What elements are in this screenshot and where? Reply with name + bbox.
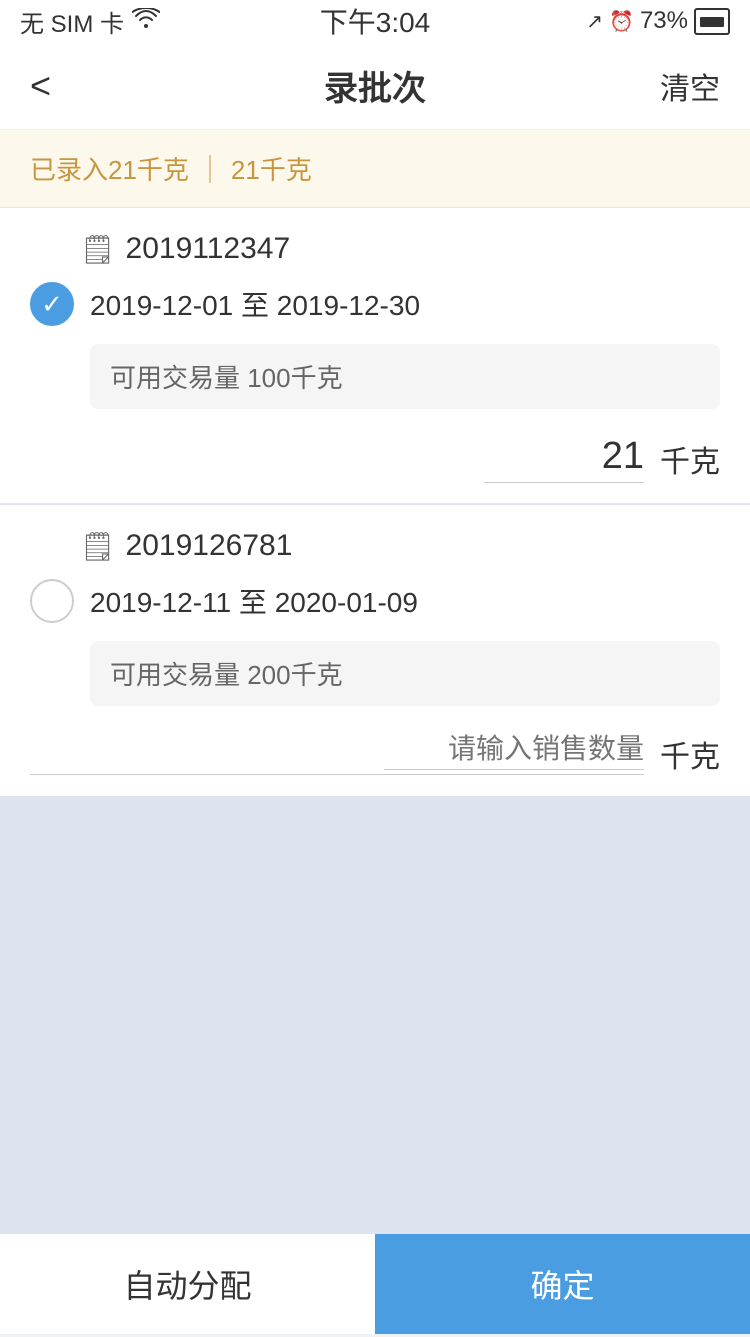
batch2-available: 可用交易量 200千克: [90, 641, 720, 706]
batch1-quantity-row: 千克: [0, 419, 750, 504]
status-right: ↗ ⏰ 73%: [586, 7, 730, 35]
recorded-amount-label: 已录入21千克: [30, 150, 189, 187]
batch1-radio[interactable]: ✓: [30, 282, 74, 326]
batch2-quantity-input[interactable]: [384, 733, 644, 770]
status-left: 无 SIM 卡: [20, 4, 160, 39]
batch2-icon: 🗒: [80, 530, 116, 563]
back-button[interactable]: <: [30, 65, 90, 107]
battery-icon: [694, 8, 730, 35]
batch1-checkmark: ✓: [41, 289, 63, 320]
empty-area: [0, 797, 750, 1237]
batch2-input-row: 千克: [0, 716, 750, 797]
batch2-unit: 千克: [660, 732, 720, 776]
batch-card-2: 🗒 2019126781 2019-12-11 至 2020-01-09 可用交…: [0, 505, 750, 797]
alarm-icon: ⏰: [609, 9, 634, 34]
batch2-row[interactable]: 2019-12-11 至 2020-01-09: [0, 571, 750, 631]
content-area: 🗒 2019112347 ✓ 2019-12-01 至 2019-12-30 可…: [0, 208, 750, 1337]
batch2-id: 2019126781: [126, 529, 293, 563]
battery-text: 73%: [640, 7, 688, 35]
batch1-unit: 千克: [660, 437, 720, 481]
confirm-button[interactable]: 确定: [375, 1234, 750, 1334]
auto-distribute-button[interactable]: 自动分配: [0, 1234, 375, 1334]
batch1-header: 🗒 2019112347: [0, 208, 750, 274]
batch2-radio[interactable]: [30, 579, 74, 623]
wifi-icon: [132, 7, 160, 35]
status-bar: 无 SIM 卡 下午3:04 ↗ ⏰ 73%: [0, 0, 750, 42]
batch1-available: 可用交易量 100千克: [90, 344, 720, 409]
status-time: 下午3:04: [320, 1, 431, 41]
info-banner: 已录入21千克 21千克: [0, 130, 750, 208]
batch1-icon: 🗒: [80, 233, 116, 266]
nav-bar: < 录批次 清空: [0, 42, 750, 130]
page-title: 录批次: [324, 61, 426, 110]
batch2-header: 🗒 2019126781: [0, 505, 750, 571]
bottom-bar: 自动分配 确定: [0, 1234, 750, 1334]
location-icon: ↗: [586, 9, 603, 34]
recorded-amount-value: 21千克: [231, 150, 312, 187]
batch2-input-wrapper: [30, 733, 644, 775]
batch1-input-wrapper: [30, 435, 644, 483]
clear-button[interactable]: 清空: [660, 64, 720, 108]
batch1-date: 2019-12-01 至 2019-12-30: [90, 284, 420, 324]
batch1-id: 2019112347: [126, 232, 291, 266]
batch-card-1: 🗒 2019112347 ✓ 2019-12-01 至 2019-12-30 可…: [0, 208, 750, 504]
carrier-text: 无 SIM 卡: [20, 4, 124, 39]
batch1-quantity-input[interactable]: [484, 435, 644, 483]
info-divider: [209, 155, 211, 183]
batch1-row[interactable]: ✓ 2019-12-01 至 2019-12-30: [0, 274, 750, 334]
batch2-date: 2019-12-11 至 2020-01-09: [90, 581, 418, 621]
